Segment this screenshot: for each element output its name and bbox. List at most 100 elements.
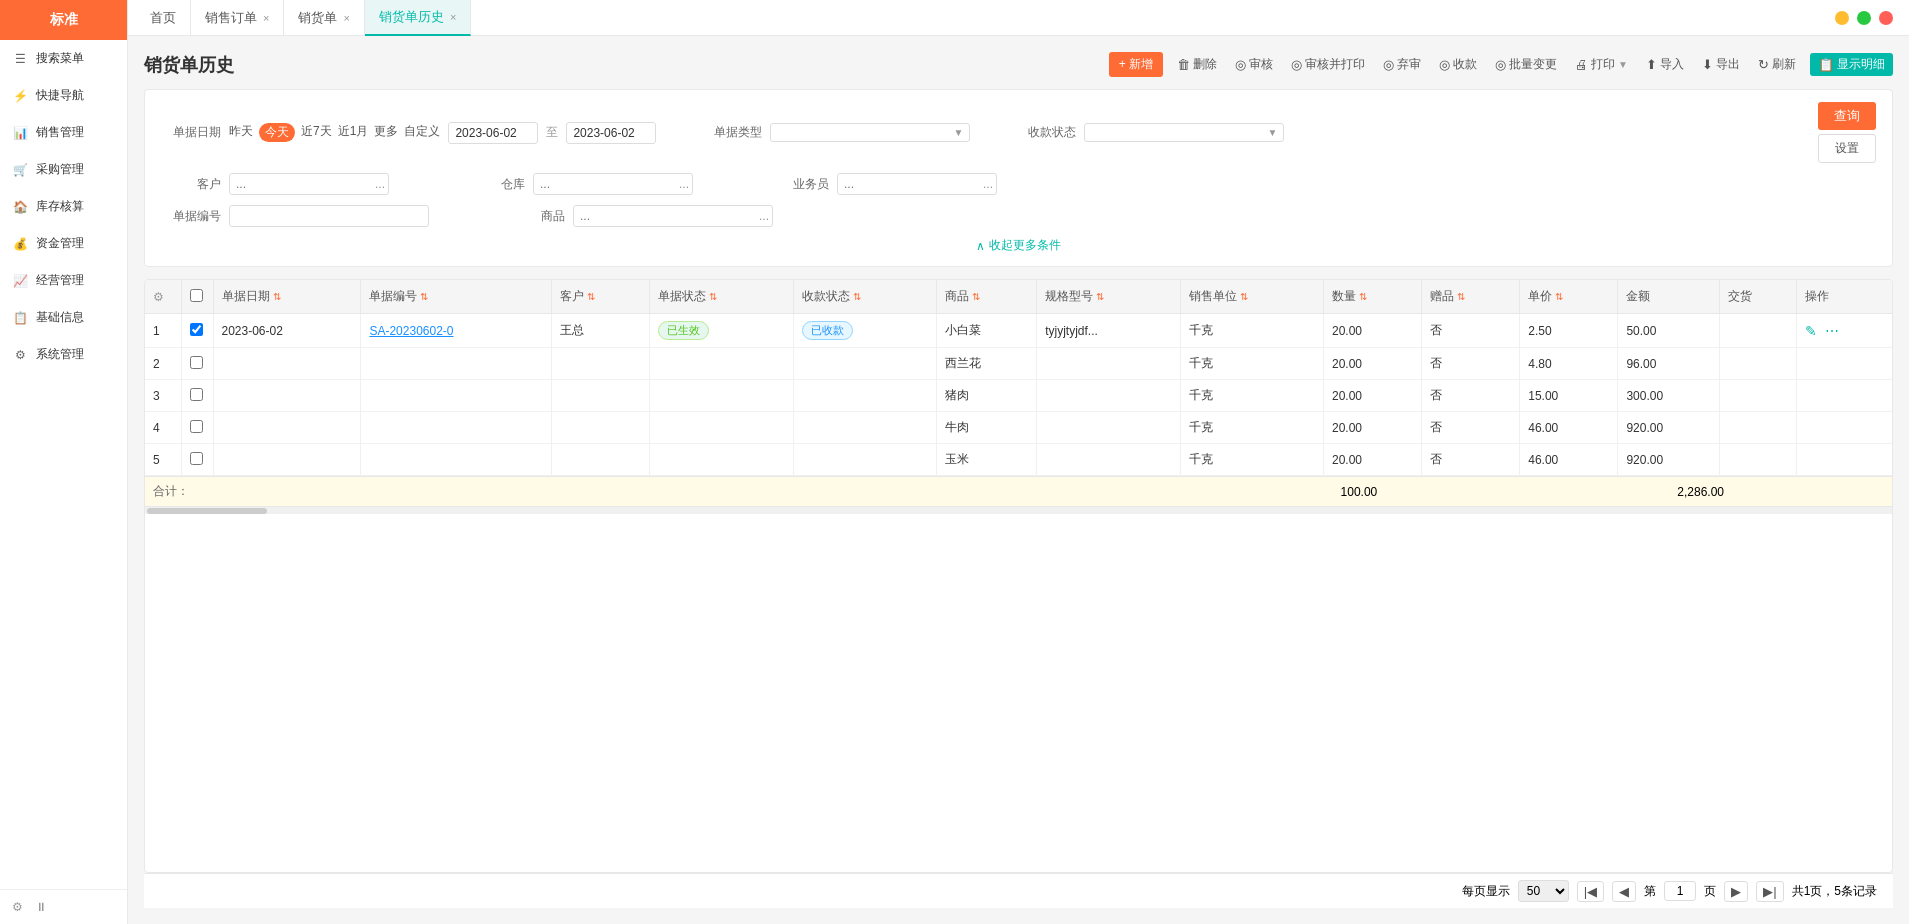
th-customer[interactable]: 客户 ⇅ <box>552 280 650 314</box>
scrollbar-thumb[interactable] <box>147 508 267 514</box>
show-detail-button[interactable]: 📋 显示明细 <box>1810 53 1893 76</box>
ops-mgmt-icon: 📈 <box>12 273 28 289</box>
delete-button[interactable]: 🗑 删除 <box>1173 54 1221 75</box>
settings-button[interactable]: 设置 <box>1818 134 1876 163</box>
doc-no-link[interactable]: SA-20230602-0 <box>369 324 453 338</box>
shortcut-1month[interactable]: 近1月 <box>338 123 369 142</box>
win-maximize-btn[interactable] <box>1857 11 1871 25</box>
cell-pay-status <box>793 444 936 476</box>
import-button[interactable]: ⬆ 导入 <box>1642 54 1688 75</box>
page-number-input[interactable] <box>1664 881 1696 901</box>
cell-customer <box>552 380 650 412</box>
row-checkbox-2[interactable] <box>190 388 203 401</box>
sidebar-item-finance-mgmt[interactable]: 💰 资金管理 <box>0 225 127 262</box>
tab-home[interactable]: 首页 <box>136 0 191 36</box>
cell-pay-status <box>793 380 936 412</box>
win-minimize-btn[interactable] <box>1835 11 1849 25</box>
row-checkbox-0[interactable] <box>190 323 203 336</box>
cell-amount: 96.00 <box>1618 348 1719 380</box>
sidebar-pause-icon[interactable]: ⏸ <box>35 900 47 914</box>
add-button[interactable]: + 新增 <box>1109 52 1163 77</box>
page-last-btn[interactable]: ▶| <box>1756 881 1783 902</box>
cell-qty: 20.00 <box>1324 380 1422 412</box>
row-checkbox-1[interactable] <box>190 356 203 369</box>
batch-change-button[interactable]: ◎ 批量变更 <box>1491 54 1561 75</box>
th-doc-status[interactable]: 单据状态 ⇅ <box>650 280 793 314</box>
discard-button[interactable]: ◎ 弃审 <box>1379 54 1425 75</box>
shortcut-7days[interactable]: 近7天 <box>301 123 332 142</box>
sidebar-item-search-menu[interactable]: ☰ 搜索菜单 <box>0 40 127 77</box>
shortcut-custom[interactable]: 自定义 <box>404 123 440 142</box>
table-footer: 合计： 100.00 2,286.00 <box>145 476 1892 506</box>
th-checkbox <box>181 280 213 314</box>
th-goods[interactable]: 商品 ⇅ <box>937 280 1037 314</box>
win-close-btn[interactable] <box>1879 11 1893 25</box>
th-unit[interactable]: 销售单位 ⇅ <box>1180 280 1323 314</box>
th-spec[interactable]: 规格型号 ⇅ <box>1037 280 1180 314</box>
edit-icon[interactable]: ✎ <box>1805 323 1817 339</box>
horizontal-scrollbar[interactable] <box>145 506 1892 514</box>
cell-unit: 千克 <box>1180 348 1323 380</box>
per-page-select[interactable]: 50 20 100 <box>1518 880 1569 902</box>
cell-goods: 西兰花 <box>937 348 1037 380</box>
date-from-input[interactable] <box>448 122 538 144</box>
sidebar-item-ops-mgmt[interactable]: 📈 经营管理 <box>0 262 127 299</box>
select-all-checkbox[interactable] <box>190 289 203 302</box>
print-button[interactable]: 🖨 打印 ▼ <box>1571 54 1632 75</box>
warehouse-input[interactable] <box>533 173 693 195</box>
th-doc-no[interactable]: 单据编号 ⇅ <box>361 280 552 314</box>
sidebar-settings-icon[interactable]: ⚙ <box>12 900 23 914</box>
doc-type-select[interactable]: ▼ <box>770 123 970 142</box>
tab-sales-order[interactable]: 销售订单 × <box>191 0 284 36</box>
th-price[interactable]: 单价 ⇅ <box>1520 280 1618 314</box>
page-first-btn[interactable]: |◀ <box>1577 881 1604 902</box>
goods-input[interactable] <box>573 205 773 227</box>
customer-input[interactable] <box>229 173 389 195</box>
audit-button[interactable]: ◎ 审核 <box>1231 54 1277 75</box>
sales-rep-more-icon[interactable]: ... <box>983 177 993 191</box>
tab-sales-history[interactable]: 销货单历史 × <box>365 0 471 36</box>
shortcut-today[interactable]: 今天 <box>259 123 295 142</box>
tab-sales-goods[interactable]: 销货单 × <box>284 0 364 36</box>
table-gear-icon[interactable]: ⚙ <box>153 290 164 304</box>
query-button[interactable]: 查询 <box>1818 102 1876 130</box>
shortcut-yesterday[interactable]: 昨天 <box>229 123 253 142</box>
customer-more-icon[interactable]: ... <box>375 177 385 191</box>
page-prev-btn[interactable]: ◀ <box>1612 881 1636 902</box>
refresh-button[interactable]: ↻ 刷新 <box>1754 54 1800 75</box>
cell-checkbox <box>181 444 213 476</box>
collect-button[interactable]: ◎ 收款 <box>1435 54 1481 75</box>
sidebar-item-sys-mgmt[interactable]: ⚙ 系统管理 <box>0 336 127 373</box>
page-next-btn[interactable]: ▶ <box>1724 881 1748 902</box>
date-to-input[interactable] <box>566 122 656 144</box>
sidebar-item-quick-nav[interactable]: ⚡ 快捷导航 <box>0 77 127 114</box>
more-action-icon[interactable]: ⋯ <box>1825 323 1839 339</box>
audit-print-button[interactable]: ◎ 审核并打印 <box>1287 54 1369 75</box>
goods-more-icon[interactable]: ... <box>759 209 769 223</box>
collapse-btn[interactable]: ∧ 收起更多条件 <box>161 237 1876 254</box>
th-date[interactable]: 单据日期 ⇅ <box>213 280 361 314</box>
th-gear[interactable]: ⚙ <box>145 280 181 314</box>
warehouse-more-icon[interactable]: ... <box>679 177 689 191</box>
sales-rep-input[interactable] <box>837 173 997 195</box>
sidebar-item-sales-mgmt[interactable]: 📊 销售管理 <box>0 114 127 151</box>
sidebar-item-inventory[interactable]: 🏠 库存核算 <box>0 188 127 225</box>
shortcut-more[interactable]: 更多 <box>374 123 398 142</box>
tab-sales-goods-close[interactable]: × <box>343 12 349 24</box>
tab-sales-history-close[interactable]: × <box>450 11 456 23</box>
sidebar-item-purchase-mgmt[interactable]: 🛒 采购管理 <box>0 151 127 188</box>
cell-num: 5 <box>145 444 181 476</box>
th-gift[interactable]: 赠品 ⇅ <box>1422 280 1520 314</box>
th-pay-status[interactable]: 收款状态 ⇅ <box>793 280 936 314</box>
export-button[interactable]: ⬇ 导出 <box>1698 54 1744 75</box>
doc-status-badge: 已生效 <box>658 321 709 340</box>
doc-no-input[interactable] <box>229 205 429 227</box>
sidebar-item-basic-info[interactable]: 📋 基础信息 <box>0 299 127 336</box>
row-checkbox-3[interactable] <box>190 420 203 433</box>
row-checkbox-4[interactable] <box>190 452 203 465</box>
pay-status-select[interactable]: ▼ <box>1084 123 1284 142</box>
goods-filter-group: 商品 ... <box>505 205 773 227</box>
tab-sales-order-close[interactable]: × <box>263 12 269 24</box>
add-icon: + <box>1119 57 1126 71</box>
th-qty[interactable]: 数量 ⇅ <box>1324 280 1422 314</box>
